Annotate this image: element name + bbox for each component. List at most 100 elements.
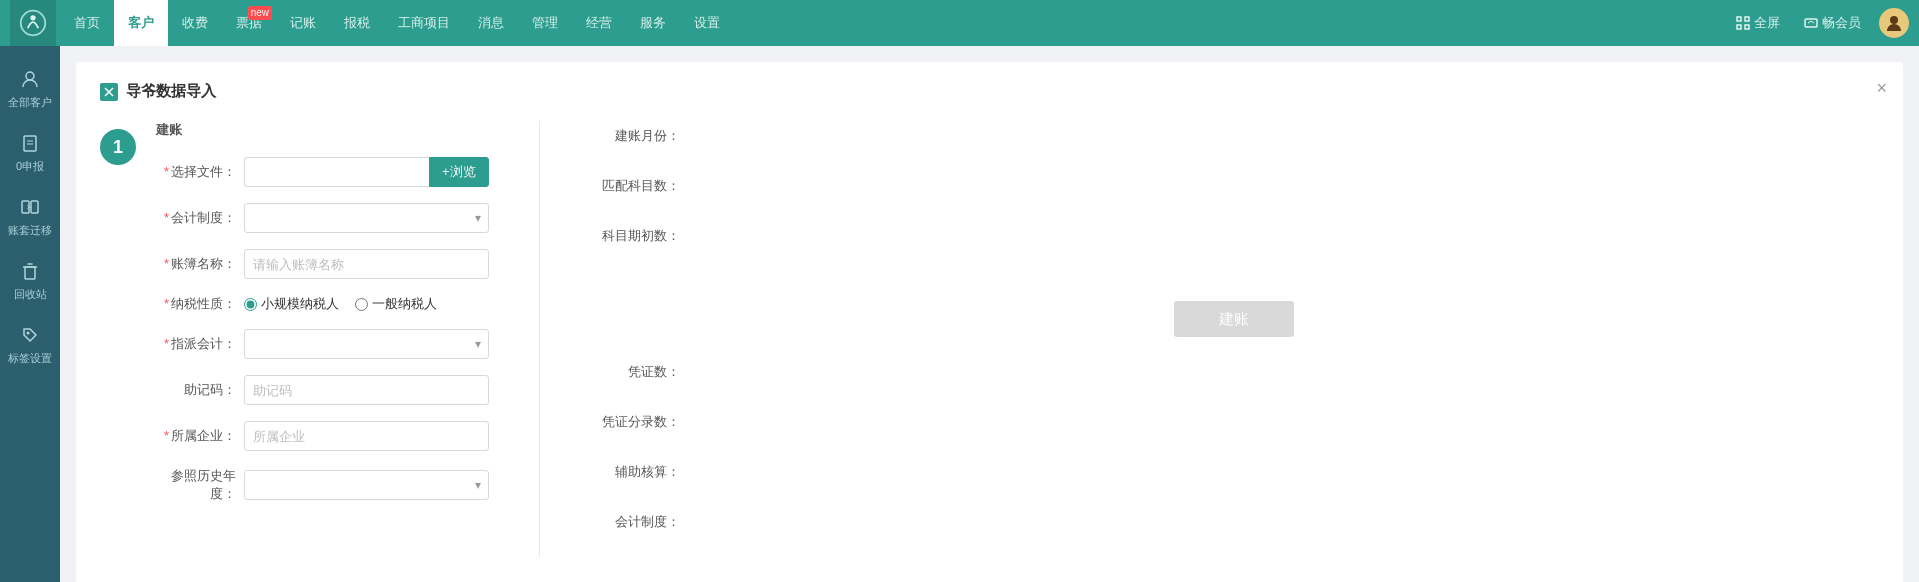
svg-rect-3 (1745, 17, 1749, 21)
nav-right: 全屏 畅会员 (1730, 8, 1909, 38)
right-accounting-system-row: 会计制度： (590, 507, 1879, 537)
subject-initial-row: 科目期初数： (590, 221, 1879, 251)
form-body: 1 建账 *选择文件： +浏览 (100, 121, 1879, 557)
nav-services[interactable]: 服务 (626, 0, 680, 46)
build-btn-wrap: 建账 (590, 301, 1879, 337)
nav-messages[interactable]: 消息 (464, 0, 518, 46)
sidebar-item-account-migrate[interactable]: 账套迁移 (0, 184, 60, 248)
file-input-row: +浏览 (244, 157, 489, 187)
ledger-name-label: *账簿名称： (156, 255, 236, 273)
sidebar-item-declaration[interactable]: 0申报 (0, 120, 60, 184)
build-button[interactable]: 建账 (1174, 301, 1294, 337)
nav-bookkeeping[interactable]: 记账 (276, 0, 330, 46)
nav-operations[interactable]: 经营 (572, 0, 626, 46)
browse-button[interactable]: +浏览 (429, 157, 489, 187)
right-accounting-system-value (688, 507, 1879, 537)
sidebar-label-declaration: 0申报 (16, 159, 44, 174)
accountant-row: *指派会计： (156, 329, 489, 359)
history-year-select[interactable] (244, 470, 489, 500)
nav-manage[interactable]: 管理 (518, 0, 572, 46)
svg-rect-2 (1737, 17, 1741, 21)
nav-tax[interactable]: 报税 (330, 0, 384, 46)
form-rows: *选择文件： +浏览 *会计制度： (156, 157, 489, 504)
company-label: *所属企业： (156, 427, 236, 445)
tax-general-label[interactable]: 一般纳税人 (355, 295, 437, 313)
vouchers-value (688, 357, 1879, 387)
svg-point-1 (30, 15, 35, 20)
accounting-label: *会计制度： (156, 209, 236, 227)
trash-icon (17, 258, 43, 284)
svg-point-8 (26, 72, 34, 80)
fullscreen-button[interactable]: 全屏 (1730, 12, 1786, 34)
history-year-select-wrap (244, 470, 489, 500)
accounting-select-wrap (244, 203, 489, 233)
svg-rect-14 (25, 267, 35, 279)
file-input[interactable] (244, 157, 429, 187)
build-month-value (688, 121, 1879, 151)
tax-type-label: *纳税性质： (156, 295, 236, 313)
sidebar-item-recycle[interactable]: 回收站 (0, 248, 60, 312)
sidebar-label-account-migrate: 账套迁移 (8, 223, 52, 238)
nav-items: 首页 客户 收费 票据 new 记账 报税 工商项目 消息 管理 经营 服务 设… (60, 0, 1730, 46)
vouchers-label: 凭证数： (590, 363, 680, 381)
form-divider (539, 121, 540, 557)
tax-type-radio-group: 小规模纳税人 一般纳税人 (244, 295, 489, 313)
match-subjects-value (688, 171, 1879, 201)
memo-row: 助记码： (156, 375, 489, 405)
avatar[interactable] (1879, 8, 1909, 38)
accounting-select[interactable] (244, 203, 489, 233)
accountant-select-wrap (244, 329, 489, 359)
dialog-title: 导爷数据导入 (126, 82, 216, 101)
tax-type-row: *纳税性质： 小规模纳税人 一般纳税人 (156, 295, 489, 313)
file-label: *选择文件： (156, 163, 236, 181)
nav-fees[interactable]: 收费 (168, 0, 222, 46)
ledger-name-input[interactable] (244, 249, 489, 279)
app-logo[interactable] (10, 0, 56, 46)
tax-small-scale-radio[interactable] (244, 298, 257, 311)
right-accounting-system-label: 会计制度： (590, 513, 680, 531)
history-year-label: 参照历史年度： (156, 467, 236, 503)
tax-general-radio[interactable] (355, 298, 368, 311)
vip-button[interactable]: 畅会员 (1798, 12, 1867, 34)
sidebar-item-all-clients[interactable]: 全部客户 (0, 56, 60, 120)
memo-input[interactable] (244, 375, 489, 405)
nav-clients[interactable]: 客户 (114, 0, 168, 46)
subject-initial-label: 科目期初数： (590, 227, 680, 245)
aux-accounting-row: 辅助核算： (590, 457, 1879, 487)
new-badge: new (248, 6, 272, 20)
sidebar: 全部客户 0申报 账套迁移 回收站 标签设置 (0, 46, 60, 582)
tax-small-scale-label[interactable]: 小规模纳税人 (244, 295, 339, 313)
nav-business[interactable]: 工商项目 (384, 0, 464, 46)
svg-point-7 (1890, 16, 1898, 24)
svg-rect-6 (1805, 19, 1817, 27)
sidebar-item-tag-settings[interactable]: 标签设置 (0, 312, 60, 376)
form-right-inner: 建账月份： 匹配科目数： 科目期初数： 建账 (590, 121, 1879, 557)
person-icon (17, 66, 43, 92)
match-subjects-label: 匹配科目数： (590, 177, 680, 195)
step-label: 建账 (156, 121, 489, 139)
main-content: 导爷数据导入 × 1 建账 *选择文件： (60, 46, 1919, 582)
nav-home[interactable]: 首页 (60, 0, 114, 46)
aux-accounting-value (688, 457, 1879, 487)
file-row: *选择文件： +浏览 (156, 157, 489, 187)
dialog-card: 导爷数据导入 × 1 建账 *选择文件： (76, 62, 1903, 582)
subject-initial-value (688, 221, 1879, 251)
nav-invoices[interactable]: 票据 new (222, 0, 276, 46)
build-month-row: 建账月份： (590, 121, 1879, 151)
svg-rect-12 (22, 201, 29, 213)
history-year-row: 参照历史年度： (156, 467, 489, 503)
accountant-select[interactable] (244, 329, 489, 359)
svg-point-16 (27, 332, 30, 335)
nav-settings[interactable]: 设置 (680, 0, 734, 46)
header-icon (100, 83, 118, 101)
voucher-records-value (688, 407, 1879, 437)
company-input[interactable] (244, 421, 489, 451)
step-badge: 1 (100, 129, 136, 165)
dialog-header: 导爷数据导入 (100, 82, 1879, 101)
close-button[interactable]: × (1876, 78, 1887, 99)
top-navigation: 首页 客户 收费 票据 new 记账 报税 工商项目 消息 管理 经营 服务 设… (0, 0, 1919, 46)
svg-rect-5 (1745, 25, 1749, 29)
voucher-records-row: 凭证分录数： (590, 407, 1879, 437)
match-subjects-row: 匹配科目数： (590, 171, 1879, 201)
ledger-name-row: *账簿名称： (156, 249, 489, 279)
